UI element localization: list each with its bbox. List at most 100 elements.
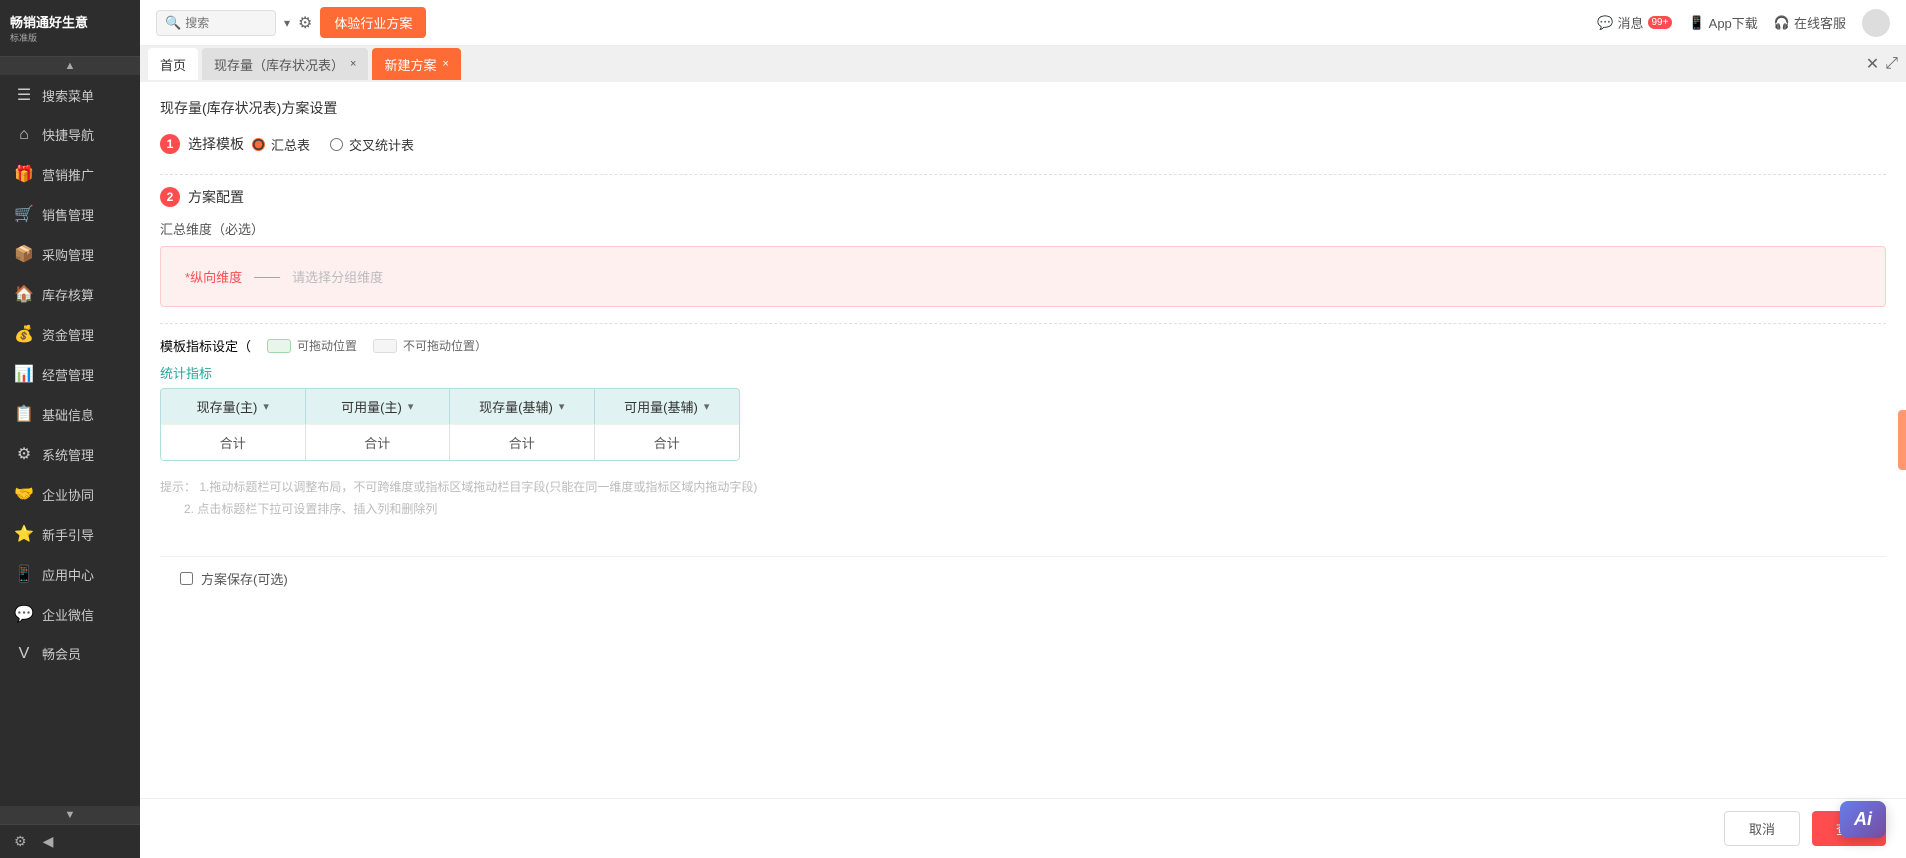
stats-td-3: 合计 bbox=[595, 424, 740, 460]
cancel-button[interactable]: 取消 bbox=[1724, 811, 1800, 846]
sidebar-scroll-down[interactable]: ▼ bbox=[0, 806, 140, 824]
sidebar-item-inventory[interactable]: 🏠 库存核算 bbox=[0, 274, 140, 314]
sidebar-item-operations[interactable]: 📊 经营管理 bbox=[0, 354, 140, 394]
chevron-down-3-icon[interactable]: ▾ bbox=[704, 400, 710, 413]
stats-th-1[interactable]: 可用量(主) ▾ bbox=[306, 389, 451, 424]
stats-th-2-label: 现存量(基辅) bbox=[479, 397, 553, 416]
messages-label: 消息 bbox=[1617, 13, 1643, 32]
sidebar-scroll-up[interactable]: ▲ bbox=[0, 57, 140, 75]
radio-summary-input[interactable] bbox=[252, 138, 265, 151]
chevron-down-2-icon[interactable]: ▾ bbox=[559, 400, 565, 413]
sidebar-item-purchase[interactable]: 📦 采购管理 bbox=[0, 234, 140, 274]
sidebar-item-base-info[interactable]: 📋 基础信息 bbox=[0, 394, 140, 434]
tip-2: 2. 点击标题栏下拉可设置排序、插入列和删除列 bbox=[160, 499, 1886, 521]
dimension-required-box[interactable]: *纵向维度 —— 请选择分组维度 bbox=[160, 246, 1886, 307]
sidebar-item-enterprise[interactable]: 🤝 企业协同 bbox=[0, 474, 140, 514]
dim-dash: —— bbox=[254, 269, 280, 284]
app-download-item[interactable]: 📱 App下载 bbox=[1688, 13, 1757, 32]
stats-section-label: 统计指标 bbox=[160, 363, 1886, 382]
chevron-down-0-icon[interactable]: ▾ bbox=[263, 400, 269, 413]
not-draggable-label: 不可拖动位置） bbox=[403, 337, 487, 354]
dropdown-icon[interactable]: ▾ bbox=[284, 16, 290, 30]
purchase-icon: 📦 bbox=[14, 244, 34, 264]
sidebar-item-label: 系统管理 bbox=[42, 445, 94, 464]
stats-th-3[interactable]: 可用量(基辅) ▾ bbox=[595, 389, 740, 424]
stats-td-0: 合计 bbox=[161, 424, 306, 460]
radio-summary-label: 汇总表 bbox=[271, 135, 310, 154]
sidebar-item-label: 企业协同 bbox=[42, 485, 94, 504]
sidebar-item-newcomer[interactable]: ⭐ 新手引导 bbox=[0, 514, 140, 554]
tab-home-label: 首页 bbox=[160, 55, 186, 74]
sidebar-item-system[interactable]: ⚙ 系统管理 bbox=[0, 434, 140, 474]
tabs-bar: 首页 现存量（库存状况表） × 新建方案 × ✕ ⤢ bbox=[140, 46, 1906, 82]
tab-inventory-label: 现存量（库存状况表） bbox=[214, 55, 344, 74]
search-box[interactable]: 🔍 bbox=[156, 10, 276, 36]
wechat-icon: 💬 bbox=[14, 604, 34, 624]
tab-new-scheme[interactable]: 新建方案 × bbox=[372, 48, 460, 80]
radio-crosstab-input[interactable] bbox=[330, 138, 343, 151]
template-radio-group: 汇总表 交叉统计表 bbox=[252, 135, 414, 154]
sidebar-item-quick-nav[interactable]: ⌂ 快捷导航 bbox=[0, 115, 140, 154]
sidebar-item-search-menu[interactable]: ☰ 搜索菜单 bbox=[0, 75, 140, 115]
stats-th-0[interactable]: 现存量(主) ▾ bbox=[161, 389, 306, 424]
divider-1 bbox=[160, 174, 1886, 175]
sidebar-item-finance[interactable]: 💰 资金管理 bbox=[0, 314, 140, 354]
member-icon: V bbox=[14, 645, 34, 663]
sidebar-item-label: 畅会员 bbox=[42, 644, 81, 663]
tab-new-scheme-close-icon[interactable]: × bbox=[442, 58, 448, 70]
sidebar-collapse-icon[interactable]: ◀ bbox=[43, 833, 54, 850]
radio-summary[interactable]: 汇总表 bbox=[252, 135, 310, 154]
newcomer-icon: ⭐ bbox=[14, 524, 34, 544]
trial-industry-button[interactable]: 体验行业方案 bbox=[320, 7, 426, 38]
sidebar-item-app-center[interactable]: 📱 应用中心 bbox=[0, 554, 140, 594]
operations-icon: 📊 bbox=[14, 364, 34, 384]
sidebar-item-label: 搜索菜单 bbox=[42, 86, 94, 105]
search-menu-icon: ☰ bbox=[14, 85, 34, 105]
stats-th-0-label: 现存量(主) bbox=[197, 397, 258, 416]
tab-inventory-status[interactable]: 现存量（库存状况表） × bbox=[202, 48, 368, 80]
user-avatar[interactable] bbox=[1862, 9, 1890, 37]
content-panel: 现存量(库存状况表)方案设置 1 选择模板 汇总表 交叉统计表 bbox=[140, 82, 1906, 798]
section1-header: 1 选择模板 汇总表 交叉统计表 bbox=[160, 134, 1886, 154]
sidebar-item-wechat[interactable]: 💬 企业微信 bbox=[0, 594, 140, 634]
tips-section: 提示： 1.拖动标题栏可以调整布局，不可跨维度或指标区域拖动栏目字段(只能在同一… bbox=[160, 477, 1886, 536]
sidebar-item-label: 经营管理 bbox=[42, 365, 94, 384]
sidebar-item-member[interactable]: V 畅会员 bbox=[0, 634, 140, 673]
ai-badge[interactable]: Ai bbox=[1840, 801, 1886, 838]
save-row: 方案保存(可选) bbox=[160, 556, 1886, 600]
message-icon: 💬 bbox=[1597, 15, 1613, 31]
topbar-gear-icon[interactable]: ⚙ bbox=[298, 13, 312, 33]
stats-table-header: 现存量(主) ▾ 可用量(主) ▾ 现存量(基辅) ▾ 可用量(基辅) bbox=[161, 389, 739, 424]
stats-table: 现存量(主) ▾ 可用量(主) ▾ 现存量(基辅) ▾ 可用量(基辅) bbox=[160, 388, 740, 461]
section2-num: 2 bbox=[160, 187, 180, 207]
draggable-label: 可拖动位置 bbox=[297, 337, 357, 354]
save-checkbox[interactable] bbox=[180, 572, 193, 585]
stats-table-body: 合计 合计 合计 合计 bbox=[161, 424, 739, 460]
radio-crosstab[interactable]: 交叉统计表 bbox=[330, 135, 414, 154]
customer-service-item[interactable]: 🎧 在线客服 bbox=[1774, 13, 1846, 32]
tip-1: 1.拖动标题栏可以调整布局，不可跨维度或指标区域拖动栏目字段(只能在同一维度或指… bbox=[199, 480, 757, 494]
sidebar-settings-icon[interactable]: ⚙ bbox=[14, 833, 27, 850]
sidebar-item-sales[interactable]: 🛒 销售管理 bbox=[0, 194, 140, 234]
messages-badge: 99+ bbox=[1648, 16, 1673, 29]
sidebar-item-label: 应用中心 bbox=[42, 565, 94, 584]
tab-expand-button[interactable]: ⤢ bbox=[1885, 54, 1898, 74]
app-download-label: App下载 bbox=[1709, 13, 1758, 32]
customer-service-icon: 🎧 bbox=[1774, 15, 1790, 31]
chevron-down-1-icon[interactable]: ▾ bbox=[408, 400, 414, 413]
stats-th-2[interactable]: 现存量(基辅) ▾ bbox=[450, 389, 595, 424]
tab-new-scheme-label: 新建方案 bbox=[384, 55, 436, 74]
tab-inventory-close-icon[interactable]: × bbox=[350, 58, 356, 70]
tab-close-window-button[interactable]: ✕ bbox=[1866, 54, 1879, 74]
customer-service-label: 在线客服 bbox=[1794, 13, 1846, 32]
sidebar-item-marketing[interactable]: 🎁 营销推广 bbox=[0, 154, 140, 194]
quick-nav-icon: ⌂ bbox=[14, 126, 34, 144]
enterprise-icon: 🤝 bbox=[14, 484, 34, 504]
dimension-row: *纵向维度 —— 请选择分组维度 bbox=[185, 267, 1861, 286]
search-icon: 🔍 bbox=[165, 15, 181, 31]
messages-item[interactable]: 💬 消息 99+ bbox=[1597, 13, 1672, 32]
topbar: 🔍 ▾ ⚙ 体验行业方案 💬 消息 99+ 📱 App下载 🎧 在线客服 bbox=[140, 0, 1906, 46]
tab-home[interactable]: 首页 bbox=[148, 48, 198, 80]
main-area: 🔍 ▾ ⚙ 体验行业方案 💬 消息 99+ 📱 App下载 🎧 在线客服 bbox=[140, 0, 1906, 858]
search-input[interactable] bbox=[185, 16, 265, 30]
